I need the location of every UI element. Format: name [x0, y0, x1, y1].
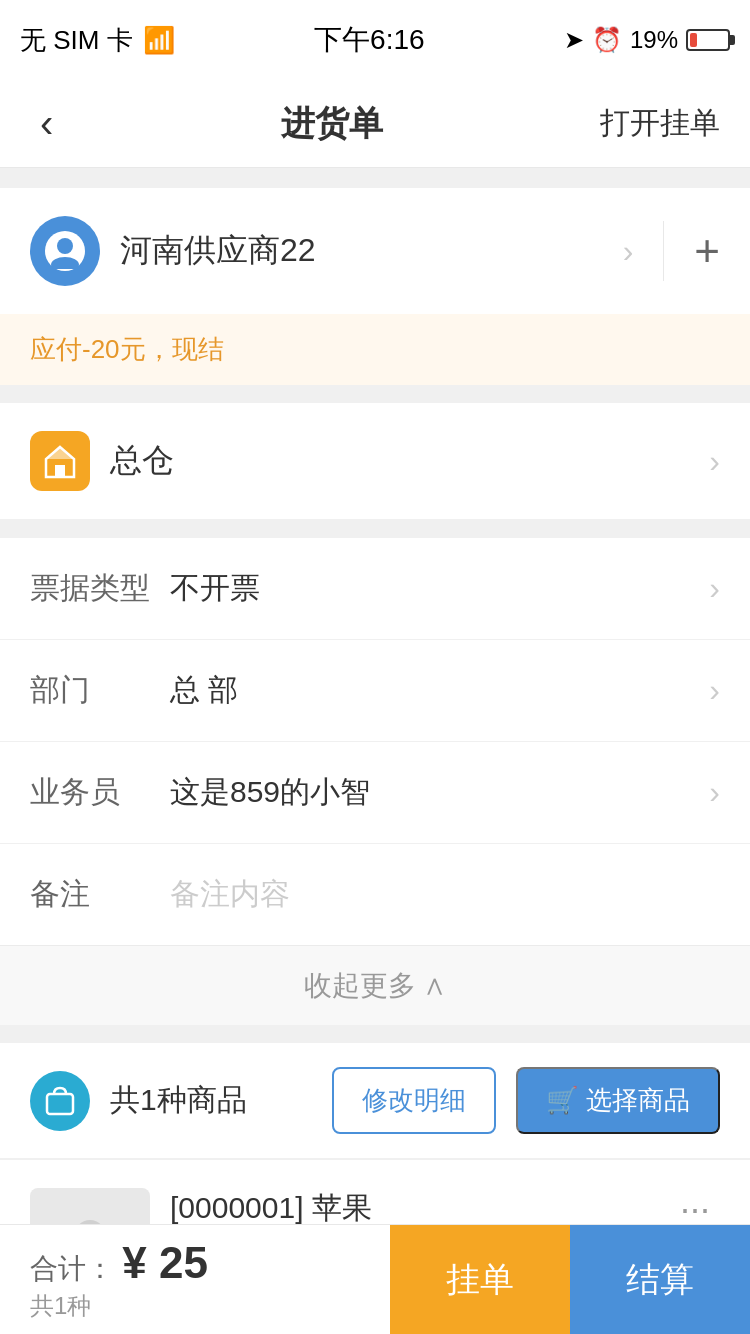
person-icon: [47, 233, 83, 269]
section-divider-2: [0, 520, 750, 538]
add-supplier-button[interactable]: +: [694, 229, 720, 273]
total-count: 共1种: [30, 1290, 360, 1322]
supplier-notice: 应付-20元，现结: [0, 314, 750, 385]
shopping-bag-icon: [43, 1086, 77, 1116]
invoice-value: 不开票: [150, 568, 709, 609]
carrier-label: 无 SIM 卡: [20, 23, 133, 58]
battery-icon: [686, 29, 730, 51]
product-code: [0000001]: [170, 1191, 303, 1224]
edit-detail-button[interactable]: 修改明细: [332, 1067, 496, 1134]
salesman-chevron-icon: ›: [709, 774, 720, 811]
checkout-label: 结算: [626, 1257, 694, 1303]
notes-row[interactable]: 备注 备注内容: [0, 844, 750, 945]
dept-row[interactable]: 部门 总 部 ›: [0, 640, 750, 742]
salesman-label: 业务员: [30, 772, 150, 813]
section-divider-3: [0, 1025, 750, 1043]
status-bar: 无 SIM 卡 📶 下午6:16 ➤ ⏰ 19%: [0, 0, 750, 80]
page-title: 进货单: [281, 101, 383, 147]
salesman-value: 这是859的小智: [150, 772, 709, 813]
svg-point-1: [51, 257, 79, 269]
supplier-section: 河南供应商22 › + 应付-20元，现结: [0, 188, 750, 385]
status-time: 下午6:16: [314, 21, 425, 59]
house-icon: [42, 443, 78, 479]
status-left: 无 SIM 卡 📶: [20, 23, 175, 58]
invoice-row[interactable]: 票据类型 不开票 ›: [0, 538, 750, 640]
checkout-button[interactable]: 结算: [570, 1225, 750, 1335]
supplier-avatar: [30, 216, 100, 286]
nav-bar: ‹ 进货单 打开挂单: [0, 80, 750, 168]
open-pending-button[interactable]: 打开挂单: [600, 103, 720, 144]
bottom-bar: 合计： ¥ 25 共1种 挂单 结算: [0, 1224, 750, 1334]
top-divider: [0, 168, 750, 188]
invoice-label: 票据类型: [30, 568, 150, 609]
supplier-name: 河南供应商22: [120, 229, 623, 273]
vertical-divider: [663, 221, 664, 281]
battery-percent: 19%: [630, 26, 678, 54]
notes-label: 备注: [30, 874, 150, 915]
dept-chevron-icon: ›: [709, 672, 720, 709]
dept-value: 总 部: [150, 670, 709, 711]
select-cart-icon: 🛒: [546, 1085, 578, 1116]
supplier-chevron-icon: ›: [623, 233, 634, 270]
location-icon: ➤: [564, 26, 584, 54]
svg-marker-4: [46, 447, 74, 459]
svg-rect-3: [55, 465, 65, 477]
status-right: ➤ ⏰ 19%: [564, 26, 730, 54]
supplier-right: › +: [623, 221, 720, 281]
total-label: 合计：: [30, 1253, 114, 1284]
avatar-icon: [45, 231, 85, 271]
warehouse-row[interactable]: 总仓 ›: [0, 403, 750, 520]
product-count: 共1种商品: [110, 1080, 312, 1121]
svg-rect-5: [47, 1094, 73, 1114]
wifi-icon: 📶: [143, 25, 175, 56]
hang-order-label: 挂单: [446, 1257, 514, 1303]
cart-icon-container: [30, 1071, 90, 1131]
hang-order-button[interactable]: 挂单: [390, 1225, 570, 1335]
product-title: 苹果: [312, 1191, 372, 1224]
dept-label: 部门: [30, 670, 150, 711]
product-name: [0000001] 苹果: [170, 1188, 650, 1229]
invoice-chevron-icon: ›: [709, 570, 720, 607]
select-product-button[interactable]: 🛒 选择商品: [516, 1067, 720, 1134]
supplier-row[interactable]: 河南供应商22 › +: [0, 188, 750, 314]
warehouse-name: 总仓: [110, 439, 709, 483]
warehouse-icon: [30, 431, 90, 491]
notes-value[interactable]: 备注内容: [150, 874, 720, 915]
alarm-icon: ⏰: [592, 26, 622, 54]
form-section: 票据类型 不开票 › 部门 总 部 › 业务员 这是859的小智 › 备注 备注…: [0, 538, 750, 945]
back-button[interactable]: ‹: [30, 91, 63, 156]
total-amount: ¥ 25: [122, 1238, 208, 1287]
product-header: 共1种商品 修改明细 🛒 选择商品: [0, 1043, 750, 1158]
total-section: 合计： ¥ 25 共1种: [0, 1238, 390, 1322]
battery-fill: [690, 33, 697, 47]
collapse-label: 收起更多 ∧: [304, 967, 447, 1005]
collapse-bar[interactable]: 收起更多 ∧: [0, 945, 750, 1025]
select-product-label: 选择商品: [586, 1083, 690, 1118]
warehouse-section: 总仓 ›: [0, 403, 750, 520]
salesman-row[interactable]: 业务员 这是859的小智 ›: [0, 742, 750, 844]
section-divider-1: [0, 385, 750, 403]
svg-point-0: [57, 238, 73, 254]
warehouse-chevron-icon: ›: [709, 443, 720, 480]
